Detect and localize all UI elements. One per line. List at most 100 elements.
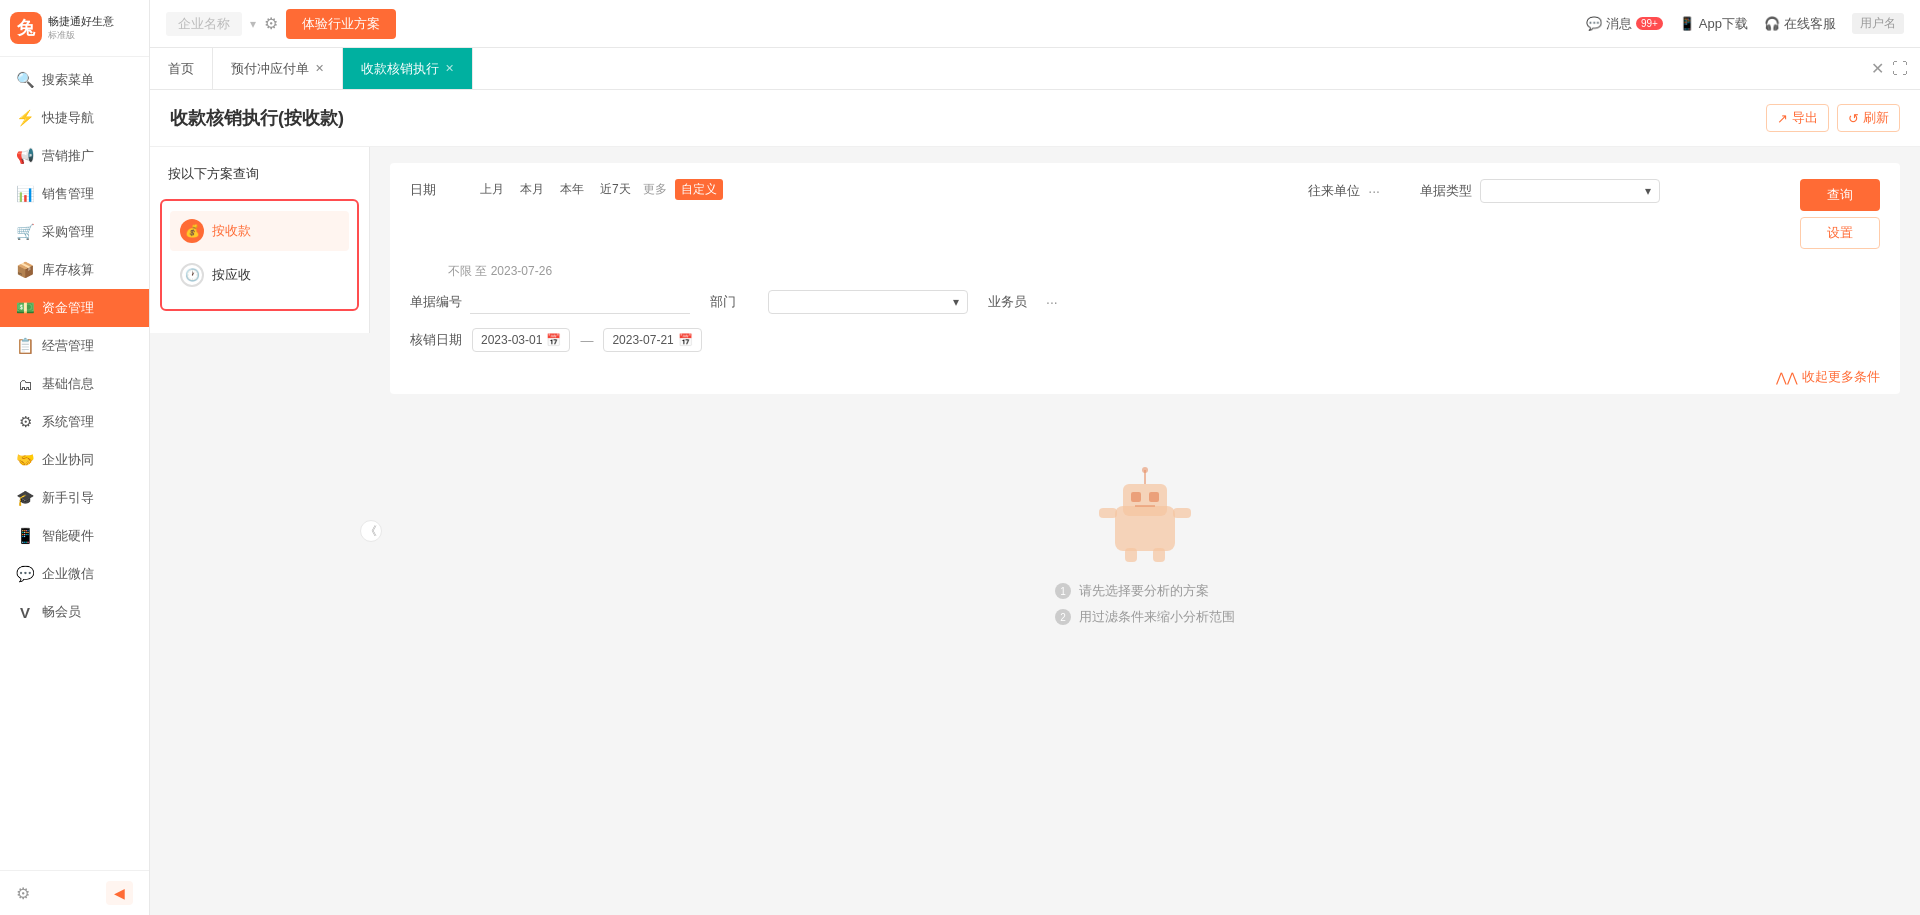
tab-receipt-offset-close-icon[interactable]: ✕	[445, 62, 454, 75]
filter-dept-group: 部门 ▾	[710, 290, 968, 314]
sidebar-label-search-menu: 搜索菜单	[42, 71, 94, 89]
header-gear-icon[interactable]: ⚙	[264, 14, 278, 33]
customer-service-button[interactable]: 🎧 在线客服	[1764, 15, 1836, 33]
sidebar-item-capital-mgmt[interactable]: 💵 资金管理	[0, 289, 149, 327]
refresh-label: 刷新	[1863, 109, 1889, 127]
inventory-icon: 📦	[16, 261, 34, 279]
date-shortcut-more[interactable]: 更多	[643, 181, 667, 198]
sidebar-item-beginner-guide[interactable]: 🎓 新手引导	[0, 479, 149, 517]
tab-close-all-icon[interactable]: ✕	[1871, 59, 1884, 78]
sidebar-item-search-menu[interactable]: 🔍 搜索菜单	[0, 61, 149, 99]
sidebar-item-vip[interactable]: V 畅会员	[0, 593, 149, 631]
settings-button[interactable]: 设置	[1800, 217, 1880, 249]
sidebar-item-sys-mgmt[interactable]: ⚙ 系统管理	[0, 403, 149, 441]
sidebar-item-smart-hardware[interactable]: 📱 智能硬件	[0, 517, 149, 555]
date-shortcut-custom[interactable]: 自定义	[675, 179, 723, 200]
by-receivable-label: 按应收	[212, 266, 251, 284]
search-menu-icon: 🔍	[16, 71, 34, 89]
sidebar-label-smart-hardware: 智能硬件	[42, 527, 94, 545]
sidebar-item-sales-mgmt[interactable]: 📊 销售管理	[0, 175, 149, 213]
vendor-ellipsis[interactable]: ···	[1368, 183, 1380, 199]
doc-type-select[interactable]: ▾	[1480, 179, 1660, 203]
date-label: 日期	[410, 181, 460, 199]
filter-staff-group: 业务员 ···	[988, 293, 1058, 311]
date-shortcuts: 上月 本月 本年 近7天 更多 自定义	[476, 179, 723, 200]
tab-receipt-offset[interactable]: 收款核销执行 ✕	[343, 48, 473, 89]
sidebar-logo: 兔 畅捷通好生意 标准版	[0, 0, 149, 57]
filter-option-by-receivable[interactable]: 🕐 按应收	[170, 255, 349, 295]
filter-option-by-receipt[interactable]: 💰 按收款	[170, 211, 349, 251]
refresh-button[interactable]: ↺ 刷新	[1837, 104, 1900, 132]
refresh-icon: ↺	[1848, 111, 1859, 126]
vip-icon: V	[16, 604, 34, 621]
dept-select[interactable]: ▾	[768, 290, 968, 314]
sidebar-item-purchase-mgmt[interactable]: 🛒 采购管理	[0, 213, 149, 251]
filter-form: 日期 上月 本月 本年 近7天 更多 自定义	[390, 163, 1900, 394]
sidebar-label-basic-info: 基础信息	[42, 375, 94, 393]
sidebar-label-inventory: 库存核算	[42, 261, 94, 279]
dept-label: 部门	[710, 293, 760, 311]
writeoff-date-from-value: 2023-03-01	[481, 333, 542, 347]
date-shortcut-this-month[interactable]: 本月	[516, 179, 548, 200]
doc-no-input[interactable]	[470, 291, 690, 314]
user-avatar[interactable]: 用户名	[1852, 13, 1904, 34]
vendor-label: 往来单位	[1308, 182, 1360, 200]
app-name: 畅捷通好生意	[48, 14, 114, 28]
writeoff-date-to-input[interactable]: 2023-07-21 📅	[603, 328, 701, 352]
sidebar-item-quick-nav[interactable]: ⚡ 快捷导航	[0, 99, 149, 137]
sales-mgmt-icon: 📊	[16, 185, 34, 203]
right-content: 日期 上月 本月 本年 近7天 更多 自定义	[370, 147, 1920, 915]
tab-prepay-offset[interactable]: 预付冲应付单 ✕	[213, 48, 343, 89]
industry-solution-button[interactable]: 体验行业方案	[286, 9, 396, 39]
tab-spacer	[473, 48, 1859, 89]
header-right: 💬 消息 99+ 📱 App下载 🎧 在线客服 用户名	[1586, 13, 1904, 34]
by-receipt-label: 按收款	[212, 222, 251, 240]
sidebar-label-operations-mgmt: 经营管理	[42, 337, 94, 355]
sidebar-item-inventory[interactable]: 📦 库存核算	[0, 251, 149, 289]
left-panel-collapse-button[interactable]: 《	[360, 520, 382, 542]
quick-nav-icon: ⚡	[16, 109, 34, 127]
header-chevron-icon[interactable]: ▾	[250, 17, 256, 31]
sidebar-label-sales-mgmt: 销售管理	[42, 185, 94, 203]
sidebar-item-operations-mgmt[interactable]: 📋 经营管理	[0, 327, 149, 365]
tab-home[interactable]: 首页	[150, 48, 213, 89]
sidebar-label-beginner-guide: 新手引导	[42, 489, 94, 507]
filter-wrapper: 日期 上月 本月 本年 近7天 更多 自定义	[390, 163, 1900, 394]
header-left: 企业名称 ▾ ⚙ 体验行业方案	[166, 9, 396, 39]
message-button[interactable]: 💬 消息 99+	[1586, 15, 1663, 33]
capital-mgmt-icon: 💵	[16, 299, 34, 317]
sidebar-settings-icon[interactable]: ⚙	[16, 884, 30, 903]
tab-expand-icon[interactable]: ⛶	[1892, 60, 1908, 78]
collapse-more-button[interactable]: ⋀⋀ 收起更多条件	[410, 362, 1880, 386]
form-action-buttons: 查询 设置	[1800, 179, 1880, 249]
main-content: 按以下方案查询 💰 按收款 🕐 按应收 《	[150, 147, 1920, 915]
tab-prepay-offset-close-icon[interactable]: ✕	[315, 62, 324, 75]
hint2-num: 2	[1055, 609, 1071, 625]
collapse-up-icon: ⋀⋀	[1776, 370, 1798, 385]
sidebar-item-basic-info[interactable]: 🗂 基础信息	[0, 365, 149, 403]
left-panel-title: 按以下方案查询	[160, 161, 359, 187]
sidebar-footer: ⚙ ◀	[0, 870, 149, 915]
sidebar-label-enterprise-wechat: 企业微信	[42, 565, 94, 583]
export-icon: ↗	[1777, 111, 1788, 126]
sidebar-item-enterprise-collab[interactable]: 🤝 企业协同	[0, 441, 149, 479]
svg-rect-3	[1149, 492, 1159, 502]
date-shortcut-7days[interactable]: 近7天	[596, 179, 635, 200]
marketing-icon: 📢	[16, 147, 34, 165]
smart-hardware-icon: 📱	[16, 527, 34, 545]
sidebar-nav: 🔍 搜索菜单 ⚡ 快捷导航 📢 营销推广 📊 销售管理 🛒 采购管理 📦 库存核…	[0, 57, 149, 870]
export-button[interactable]: ↗ 导出	[1766, 104, 1829, 132]
date-shortcut-this-year[interactable]: 本年	[556, 179, 588, 200]
staff-ellipsis[interactable]: ···	[1046, 294, 1058, 310]
app-download-button[interactable]: 📱 App下载	[1679, 15, 1748, 33]
sidebar-item-enterprise-wechat[interactable]: 💬 企业微信	[0, 555, 149, 593]
purchase-mgmt-icon: 🛒	[16, 223, 34, 241]
query-button[interactable]: 查询	[1800, 179, 1880, 211]
date-shortcut-last-month[interactable]: 上月	[476, 179, 508, 200]
by-receivable-icon: 🕐	[180, 263, 204, 287]
sidebar-label-purchase-mgmt: 采购管理	[42, 223, 94, 241]
sidebar-collapse-icon[interactable]: ◀	[106, 881, 133, 905]
writeoff-date-from-input[interactable]: 2023-03-01 📅	[472, 328, 570, 352]
sidebar-item-marketing[interactable]: 📢 营销推广	[0, 137, 149, 175]
main-area: 企业名称 ▾ ⚙ 体验行业方案 💬 消息 99+ 📱 App下载 🎧 在线客服 …	[150, 0, 1920, 915]
